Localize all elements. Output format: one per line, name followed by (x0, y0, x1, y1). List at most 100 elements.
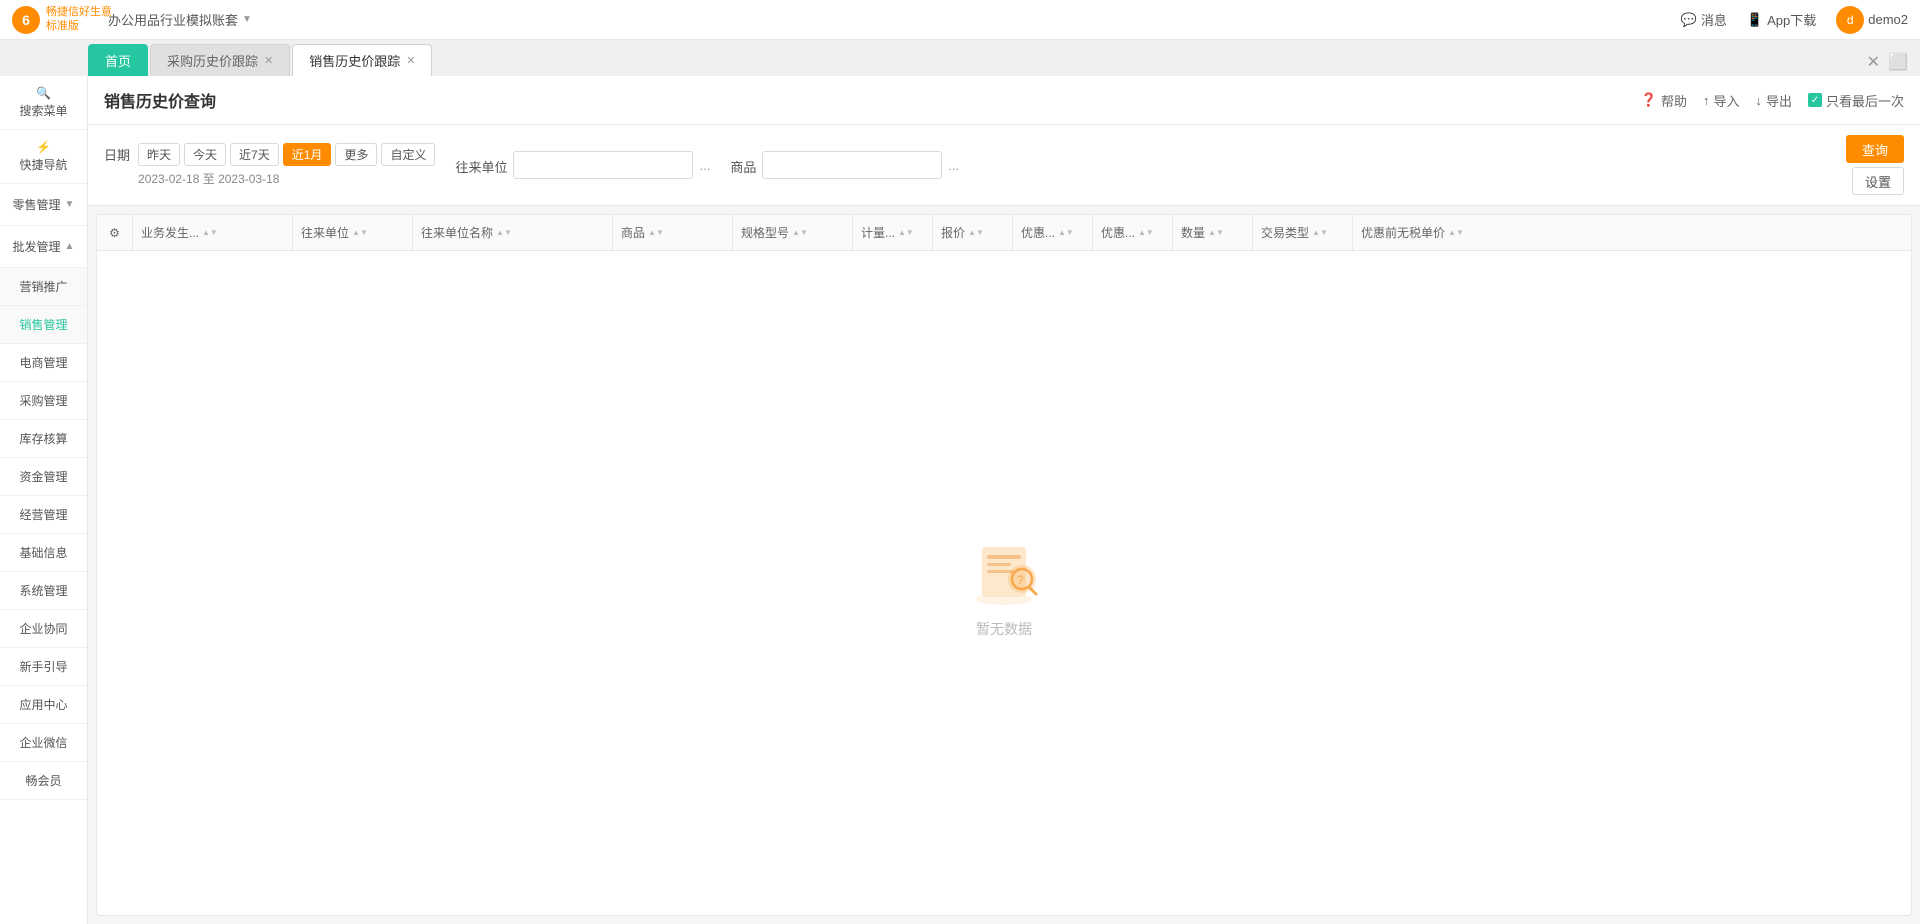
product-input[interactable] (762, 151, 942, 179)
sidebar-item-ecommerce[interactable]: 电商管理 (0, 344, 87, 382)
chevron-up-icon: ▲ (65, 241, 75, 252)
date-btn-custom[interactable]: 自定义 (381, 143, 435, 166)
date-btn-today[interactable]: 今天 (184, 143, 226, 166)
import-button[interactable]: ↑ 导入 (1703, 91, 1740, 110)
quick-nav-icon: ⚡ (36, 140, 51, 154)
date-btn-7days[interactable]: 近7天 (230, 143, 279, 166)
page-actions: ❓ 帮助 ↑ 导入 ↓ 导出 ✓ 只看最后一次 (1641, 91, 1904, 110)
tab-close-purchase[interactable]: ✕ (264, 54, 273, 67)
app-selector[interactable]: 办公用品行业模拟账套 ▼ (108, 10, 252, 29)
sort-icon: ▲▼ (1208, 229, 1224, 237)
app-download-icon: 📱 (1747, 12, 1763, 28)
export-button[interactable]: ↓ 导出 (1755, 91, 1792, 110)
svg-text:?: ? (1017, 573, 1024, 587)
logo-text: 畅捷信好生意 标准版 (46, 6, 112, 32)
date-filter-group: 日期 昨天 今天 近7天 近1月 更多 自定义 2023-02-18 至 202… (104, 143, 435, 187)
sidebar-item-basic[interactable]: 基础信息 (0, 534, 87, 572)
sidebar-item-enterprise[interactable]: 企业协同 (0, 610, 87, 648)
empty-state: ? 暂无数据 (97, 251, 1911, 915)
maximize-icon[interactable]: ⬜ (1888, 52, 1908, 72)
logo-area: 6 畅捷信好生意 标准版 (12, 6, 100, 34)
page-title-row: 销售历史价查询 ❓ 帮助 ↑ 导入 ↓ 导出 ✓ (104, 88, 1904, 112)
sidebar-item-system[interactable]: 系统管理 (0, 572, 87, 610)
sidebar-item-wechat[interactable]: 企业微信 (0, 724, 87, 762)
tab-close-sales[interactable]: ✕ (406, 54, 415, 67)
th-settings[interactable]: ⚙ (97, 215, 133, 250)
sort-icon: ▲▼ (792, 229, 808, 237)
date-btn-more[interactable]: 更多 (335, 143, 377, 166)
sort-icon: ▲▼ (898, 229, 914, 237)
help-button[interactable]: ❓ 帮助 (1641, 91, 1687, 110)
th-unit[interactable]: 往来单位 ▲▼ (293, 215, 413, 250)
sidebar-item-app-center[interactable]: 应用中心 (0, 686, 87, 724)
message-icon: 💬 (1681, 12, 1697, 28)
filter-right-actions: 查询 设置 (1846, 135, 1904, 195)
sort-icon: ▲▼ (202, 229, 218, 237)
th-discount1[interactable]: 优惠... ▲▼ (1013, 215, 1093, 250)
date-buttons: 昨天 今天 近7天 近1月 更多 自定义 (138, 143, 435, 166)
date-range-display: 2023-02-18 至 2023-03-18 (138, 170, 435, 187)
date-btn-yesterday[interactable]: 昨天 (138, 143, 180, 166)
sort-icon: ▲▼ (1058, 229, 1074, 237)
content-area: 销售历史价查询 ❓ 帮助 ↑ 导入 ↓ 导出 ✓ (88, 76, 1920, 924)
import-icon: ↑ (1703, 93, 1710, 108)
help-icon: ❓ (1641, 92, 1657, 108)
setting-button[interactable]: 设置 (1852, 167, 1904, 195)
filter-row: 日期 昨天 今天 近7天 近1月 更多 自定义 2023-02-18 至 202… (88, 125, 1920, 206)
sidebar: 🔍 搜索菜单 ⚡ 快捷导航 零售管理 ▼ 批发管理 ▲ 营销推广 销售管理 电商… (0, 76, 88, 924)
th-calc-unit[interactable]: 计量... ▲▼ (853, 215, 933, 250)
th-trade-type[interactable]: 交易类型 ▲▼ (1253, 215, 1353, 250)
search-icon: 🔍 (36, 86, 51, 100)
empty-illustration: ? (964, 527, 1044, 607)
sidebar-item-search[interactable]: 🔍 搜索菜单 (0, 76, 87, 130)
sidebar-item-newbie[interactable]: 新手引导 (0, 648, 87, 686)
logo-icon: 6 (12, 6, 40, 34)
product-dots-icon[interactable]: ... (948, 158, 959, 173)
only-last-checkbox-group[interactable]: ✓ 只看最后一次 (1808, 91, 1904, 110)
th-business-date[interactable]: 业务发生... ▲▼ (133, 215, 293, 250)
sidebar-item-marketing[interactable]: 营销推广 (0, 268, 87, 306)
empty-text: 暂无数据 (976, 619, 1032, 639)
sidebar-item-purchase[interactable]: 采购管理 (0, 382, 87, 420)
th-spec[interactable]: 规格型号 ▲▼ (733, 215, 853, 250)
top-bar: 6 畅捷信好生意 标准版 办公用品行业模拟账套 ▼ 💬 消息 📱 App下载 d… (0, 0, 1920, 40)
th-pretax[interactable]: 优惠前无税单价 ▲▼ (1353, 215, 1911, 250)
sort-icon: ▲▼ (352, 229, 368, 237)
export-icon: ↓ (1755, 93, 1762, 108)
unit-input[interactable] (513, 151, 693, 179)
sidebar-item-quick[interactable]: ⚡ 快捷导航 (0, 130, 87, 184)
main-layout: 🔍 搜索菜单 ⚡ 快捷导航 零售管理 ▼ 批发管理 ▲ 营销推广 销售管理 电商… (0, 76, 1920, 924)
sidebar-item-inventory[interactable]: 库存核算 (0, 420, 87, 458)
table-container: ⚙ 业务发生... ▲▼ 往来单位 ▲▼ 往来单位名称 ▲▼ 商品 ▲▼ (96, 214, 1912, 916)
tab-window-actions: ✕ ⬜ (1867, 52, 1920, 76)
sidebar-item-retail[interactable]: 零售管理 ▼ (0, 184, 87, 226)
sort-icon: ▲▼ (1448, 229, 1464, 237)
sidebar-item-operations[interactable]: 经营管理 (0, 496, 87, 534)
sidebar-item-wholesale[interactable]: 批发管理 ▲ (0, 226, 87, 268)
close-window-icon[interactable]: ✕ (1867, 52, 1880, 72)
th-discount2[interactable]: 优惠... ▲▼ (1093, 215, 1173, 250)
date-btn-1month[interactable]: 近1月 (283, 143, 332, 166)
th-quote[interactable]: 报价 ▲▼ (933, 215, 1013, 250)
only-last-checkbox[interactable]: ✓ (1808, 93, 1822, 107)
query-button[interactable]: 查询 (1846, 135, 1904, 163)
sidebar-item-sales-mgmt[interactable]: 销售管理 (0, 306, 87, 344)
th-unit-name[interactable]: 往来单位名称 ▲▼ (413, 215, 613, 250)
tab-home[interactable]: 首页 (88, 44, 148, 76)
unit-dots-icon[interactable]: ... (699, 158, 710, 173)
th-product[interactable]: 商品 ▲▼ (613, 215, 733, 250)
sidebar-item-member[interactable]: 畅会员 (0, 762, 87, 800)
sort-icon: ▲▼ (1138, 229, 1154, 237)
app-download-button[interactable]: 📱 App下载 (1747, 10, 1816, 29)
sidebar-item-finance[interactable]: 资金管理 (0, 458, 87, 496)
unit-filter-group: 往来单位 ... (455, 151, 710, 179)
tab-purchase[interactable]: 采购历史价跟踪 ✕ (150, 44, 290, 76)
user-menu[interactable]: d demo2 (1836, 6, 1908, 34)
top-right-actions: 💬 消息 📱 App下载 d demo2 (1681, 6, 1908, 34)
th-qty[interactable]: 数量 ▲▼ (1173, 215, 1253, 250)
tab-bar: 首页 采购历史价跟踪 ✕ 销售历史价跟踪 ✕ ✕ ⬜ (0, 40, 1920, 76)
tab-sales[interactable]: 销售历史价跟踪 ✕ (292, 44, 432, 76)
avatar: d (1836, 6, 1864, 34)
message-button[interactable]: 💬 消息 (1681, 10, 1727, 29)
chevron-down-icon: ▼ (242, 14, 252, 25)
